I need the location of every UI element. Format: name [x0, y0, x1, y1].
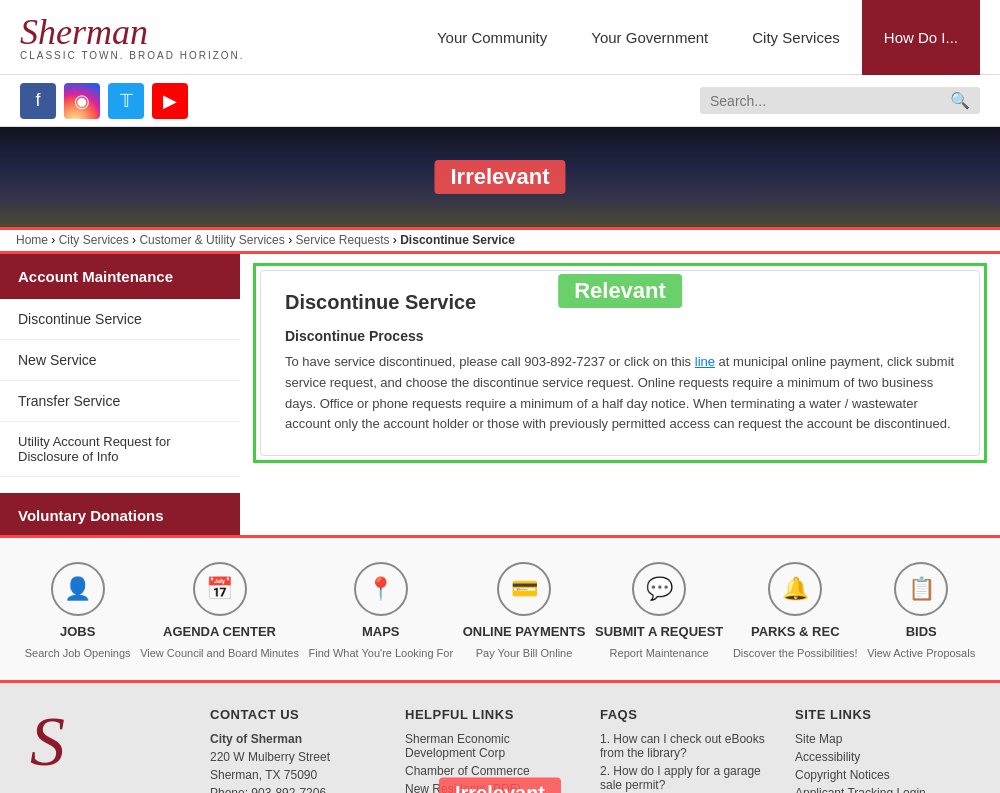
quick-link-agenda[interactable]: 📅 AGENDA CENTER View Council and Board M… — [140, 562, 299, 659]
agenda-icon: 📅 — [193, 562, 247, 616]
maps-icon: 📍 — [354, 562, 408, 616]
footer-faqs: FAQS 1. How can I check out eBooks from … — [600, 707, 775, 793]
agenda-title: AGENDA CENTER — [163, 624, 276, 639]
sidebar-new-service[interactable]: New Service — [0, 340, 240, 381]
footer-contact-title: CONTACT US — [210, 707, 385, 722]
twitter-icon[interactable]: 𝕋 — [108, 83, 144, 119]
footer-site-map[interactable]: Site Map — [795, 732, 970, 746]
footer-logo: S — [30, 707, 190, 777]
footer-site-links-title: SITE LINKS — [795, 707, 970, 722]
quick-links-section: 👤 JOBS Search Job Openings 📅 AGENDA CENT… — [0, 538, 1000, 683]
footer-org: City of Sherman — [210, 732, 385, 746]
logo-main: Sherman — [20, 14, 245, 50]
parks-sub: Discover the Possibilities! — [733, 647, 858, 659]
quick-link-bids[interactable]: 📋 BIDS View Active Proposals — [867, 562, 975, 659]
nav-your-government[interactable]: Your Government — [569, 0, 730, 75]
footer-link-economic[interactable]: Sherman Economic Development Corp — [405, 732, 580, 760]
footer-faq-1[interactable]: 1. How can I check out eBooks from the l… — [600, 732, 775, 760]
quick-link-parks[interactable]: 🔔 PARKS & REC Discover the Possibilities… — [733, 562, 858, 659]
logo-sub: CLASSIC TOWN. BROAD HORIZON. — [20, 50, 245, 61]
footer-contact: CONTACT US City of Sherman 220 W Mulberr… — [210, 707, 385, 793]
nav-your-community[interactable]: Your Community — [415, 0, 569, 75]
footer-address2: Sherman, TX 75090 — [210, 768, 385, 782]
sidebar-voluntary-donations-header: Voluntary Donations — [0, 493, 240, 538]
main-content-area: Relevant Discontinue Service Discontinue… — [240, 254, 1000, 538]
search-area: 🔍 — [700, 87, 980, 114]
nav-city-services[interactable]: City Services — [730, 0, 862, 75]
site-header: Sherman CLASSIC TOWN. BROAD HORIZON. You… — [0, 0, 1000, 75]
service-section-title: Discontinue Process — [285, 328, 955, 344]
footer-logo-area: S — [30, 707, 190, 793]
youtube-icon[interactable]: ▶ — [152, 83, 188, 119]
bids-sub: View Active Proposals — [867, 647, 975, 659]
hero-image: Irrelevant — [0, 127, 1000, 227]
discontinue-link[interactable]: line — [695, 354, 715, 369]
social-search-bar: f ◉ 𝕋 ▶ 🔍 — [0, 75, 1000, 127]
bids-title: BIDS — [906, 624, 937, 639]
breadcrumb-home[interactable]: Home — [16, 233, 48, 247]
quick-link-payments[interactable]: 💳 ONLINE PAYMENTS Pay Your Bill Online — [463, 562, 586, 659]
main-nav: Your Community Your Government City Serv… — [415, 0, 980, 75]
facebook-icon[interactable]: f — [20, 83, 56, 119]
footer-site-links: SITE LINKS Site Map Accessibility Copyri… — [795, 707, 970, 793]
search-input[interactable] — [710, 93, 950, 109]
maps-title: MAPS — [362, 624, 400, 639]
quick-link-submit-request[interactable]: 💬 SUBMIT A REQUEST Report Maintenance — [595, 562, 723, 659]
footer-faqs-title: FAQS — [600, 707, 775, 722]
logo[interactable]: Sherman CLASSIC TOWN. BROAD HORIZON. — [20, 14, 245, 61]
breadcrumb-current: Discontinue Service — [400, 233, 515, 247]
footer-phone: Phone: 903-892-7206 — [210, 786, 385, 793]
jobs-sub: Search Job Openings — [25, 647, 131, 659]
footer-copyright[interactable]: Copyright Notices — [795, 768, 970, 782]
sidebar-utility-account[interactable]: Utility Account Request for Disclosure o… — [0, 422, 240, 477]
footer: S CONTACT US City of Sherman 220 W Mulbe… — [0, 683, 1000, 793]
hero-irrelevant-badge: Irrelevant — [434, 160, 565, 194]
payments-icon: 💳 — [497, 562, 551, 616]
agenda-sub: View Council and Board Minutes — [140, 647, 299, 659]
search-button[interactable]: 🔍 — [950, 91, 970, 110]
footer-helpful-title: HELPFUL LINKS — [405, 707, 580, 722]
sidebar: Account Maintenance Discontinue Service … — [0, 254, 240, 538]
instagram-icon[interactable]: ◉ — [64, 83, 100, 119]
breadcrumb: Home › City Services › Customer & Utilit… — [16, 233, 515, 247]
breadcrumb-city-services[interactable]: City Services — [59, 233, 129, 247]
parks-title: PARKS & REC — [751, 624, 840, 639]
bids-icon: 📋 — [894, 562, 948, 616]
quick-link-jobs[interactable]: 👤 JOBS Search Job Openings — [25, 562, 131, 659]
submit-request-sub: Report Maintenance — [610, 647, 709, 659]
social-icons: f ◉ 𝕋 ▶ — [20, 83, 188, 119]
payments-sub: Pay Your Bill Online — [476, 647, 573, 659]
footer-link-new-residents[interactable]: New Residents (PDF) — [405, 782, 580, 793]
nav-how-do-i[interactable]: How Do I... — [862, 0, 980, 75]
footer-helpful-links: HELPFUL LINKS Sherman Economic Developme… — [405, 707, 580, 793]
quick-link-maps[interactable]: 📍 MAPS Find What You're Looking For — [308, 562, 453, 659]
breadcrumb-service-requests[interactable]: Service Requests — [295, 233, 389, 247]
submit-request-title: SUBMIT A REQUEST — [595, 624, 723, 639]
footer-link-chamber[interactable]: Chamber of Commerce — [405, 764, 580, 778]
content-relevant-badge: Relevant — [558, 274, 682, 308]
sidebar-discontinue-service[interactable]: Discontinue Service — [0, 299, 240, 340]
main-layout: Account Maintenance Discontinue Service … — [0, 254, 1000, 538]
service-description: To have service discontinued, please cal… — [285, 352, 955, 435]
sidebar-account-maintenance-header: Account Maintenance — [0, 254, 240, 299]
footer-address1: 220 W Mulberry Street — [210, 750, 385, 764]
submit-request-icon: 💬 — [632, 562, 686, 616]
jobs-icon: 👤 — [51, 562, 105, 616]
breadcrumb-customer-utility[interactable]: Customer & Utility Services — [139, 233, 284, 247]
parks-icon: 🔔 — [768, 562, 822, 616]
footer-applicant-tracking[interactable]: Applicant Tracking Login — [795, 786, 970, 793]
jobs-title: JOBS — [60, 624, 95, 639]
footer-grid: S CONTACT US City of Sherman 220 W Mulbe… — [30, 707, 970, 793]
sidebar-transfer-service[interactable]: Transfer Service — [0, 381, 240, 422]
maps-sub: Find What You're Looking For — [308, 647, 453, 659]
payments-title: ONLINE PAYMENTS — [463, 624, 586, 639]
footer-faq-2[interactable]: 2. How do I apply for a garage sale perm… — [600, 764, 775, 792]
footer-accessibility[interactable]: Accessibility — [795, 750, 970, 764]
